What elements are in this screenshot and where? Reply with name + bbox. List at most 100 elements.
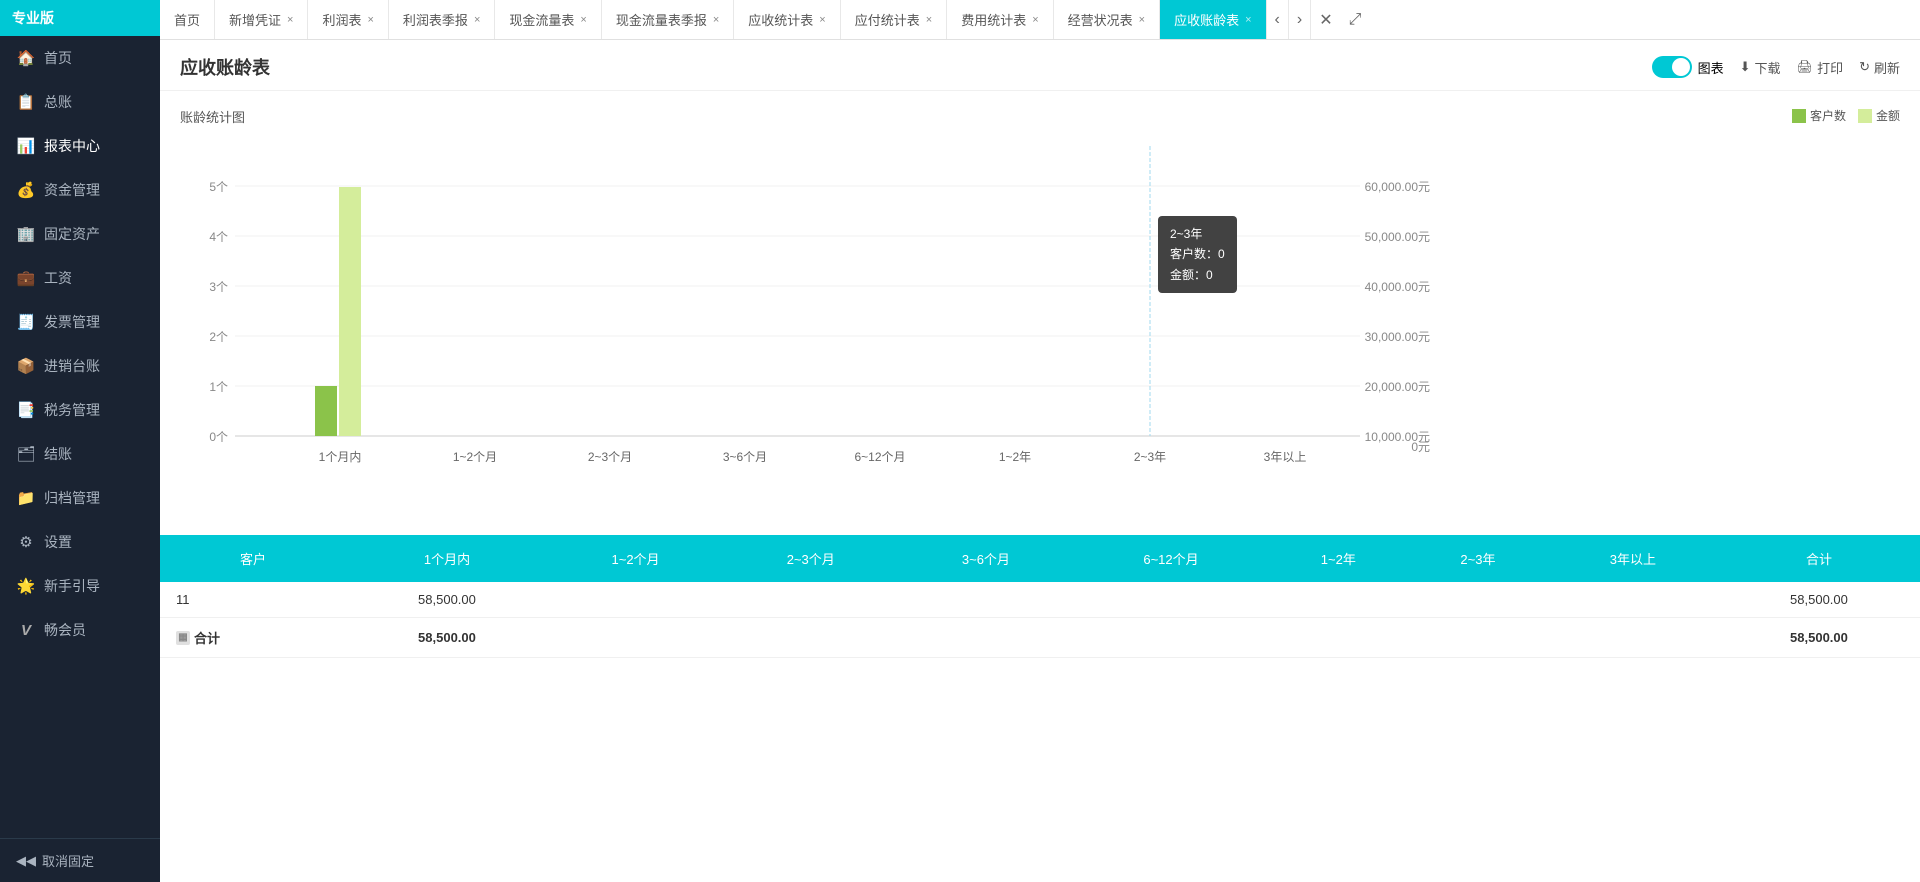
sidebar-item-asset[interactable]: 🏢 固定资产 (0, 212, 160, 256)
tab-close-all-btn[interactable]: ✕ (1311, 0, 1340, 39)
sidebar-item-salary[interactable]: 💼 工资 (0, 256, 160, 300)
tab-new-voucher[interactable]: 新增凭证 × (215, 0, 308, 39)
sidebar-label-invoice: 发票管理 (44, 312, 100, 332)
sidebar-item-invoice[interactable]: 🧾 发票管理 (0, 300, 160, 344)
tab-cashflow[interactable]: 现金流量表 × (495, 0, 601, 39)
sidebar-item-ledger[interactable]: 📋 总账 (0, 80, 160, 124)
td-customer: 11 (160, 582, 346, 618)
svg-text:1~2个月: 1~2个月 (453, 450, 497, 464)
tab-cashflow-season-close[interactable]: × (713, 14, 719, 26)
refresh-icon: ↻ (1859, 59, 1870, 75)
tab-profit-season-label: 利润表季报 (403, 10, 468, 29)
bar-amount-0 (339, 187, 361, 436)
guide-icon: 🌟 (16, 577, 36, 595)
tab-ar-age[interactable]: 应收账龄表 × (1160, 0, 1266, 39)
sidebar-label-salary: 工资 (44, 268, 72, 288)
sidebar-item-stock[interactable]: 📦 进销台账 (0, 344, 160, 388)
chart-legend: 客户数 金额 (1792, 107, 1900, 124)
tab-ap-stat-label: 应付统计表 (855, 10, 920, 29)
sidebar-item-settings[interactable]: ⚙ 设置 (0, 520, 160, 564)
report-icon: 📊 (16, 137, 36, 155)
td-y12 (1268, 582, 1408, 618)
svg-text:6~12个月: 6~12个月 (854, 450, 905, 464)
sidebar-label-asset: 固定资产 (44, 224, 100, 244)
td-total-m23 (723, 618, 898, 658)
tab-cashflow-close[interactable]: × (580, 14, 586, 26)
tab-expense-close[interactable]: × (1032, 14, 1038, 26)
td-total-sum: 58,500.00 (1718, 618, 1920, 658)
salary-icon: 💼 (16, 269, 36, 287)
tab-profit-close[interactable]: × (367, 14, 373, 26)
table-row: 11 58,500.00 58,500.00 (160, 582, 1920, 618)
main-area: 首页 新增凭证 × 利润表 × 利润表季报 × 现金流量表 × 现金流量表季报 … (160, 0, 1920, 882)
sidebar-item-tax[interactable]: 📑 税务管理 (0, 388, 160, 432)
sidebar-item-home[interactable]: 🏠 首页 (0, 36, 160, 80)
sidebar-label-member: 畅会员 (44, 620, 86, 640)
tab-ar-stat-label: 应收统计表 (748, 10, 813, 29)
tab-ar-age-close[interactable]: × (1245, 14, 1251, 26)
tab-ar-stat[interactable]: 应收统计表 × (734, 0, 840, 39)
tab-ap-stat[interactable]: 应付统计表 × (841, 0, 947, 39)
svg-text:3个: 3个 (209, 280, 228, 294)
toggle-label: 图表 (1698, 58, 1724, 77)
tab-profit-season-close[interactable]: × (474, 14, 480, 26)
chart-toggle[interactable]: 图表 (1652, 56, 1724, 78)
table-section: 客户 1个月内 1~2个月 2~3个月 3~6个月 6~12个月 1~2年 2~… (160, 535, 1920, 658)
td-m1: 58,500.00 (346, 582, 548, 618)
tab-ap-stat-close[interactable]: × (926, 14, 932, 26)
toggle-knob[interactable] (1652, 56, 1692, 78)
data-table: 客户 1个月内 1~2个月 2~3个月 3~6个月 6~12个月 1~2年 2~… (160, 535, 1920, 658)
tab-biz-close[interactable]: × (1139, 14, 1145, 26)
tab-prev-btn[interactable]: ‹ (1267, 0, 1289, 39)
tab-expand-btn[interactable]: ⤢ (1341, 0, 1370, 39)
legend-customers-color (1792, 109, 1806, 123)
sidebar-item-archive[interactable]: 📁 归档管理 (0, 476, 160, 520)
tab-cashflow-season-label: 现金流量表季报 (616, 10, 707, 29)
tab-ar-age-label: 应收账龄表 (1174, 10, 1239, 29)
tab-next-btn[interactable]: › (1289, 0, 1311, 39)
print-button[interactable]: 🖨 打印 (1797, 58, 1844, 77)
svg-text:2个: 2个 (209, 330, 228, 344)
th-m23: 2~3个月 (723, 535, 898, 582)
tab-biz[interactable]: 经营状况表 × (1054, 0, 1160, 39)
tab-new-voucher-label: 新增凭证 (229, 10, 281, 29)
tab-home[interactable]: 首页 (160, 0, 215, 39)
th-y3plus: 3年以上 (1548, 535, 1718, 582)
app-logo: 专业版 (0, 0, 160, 36)
td-total-y3plus (1548, 618, 1718, 658)
th-m612: 6~12个月 (1074, 535, 1269, 582)
tab-new-voucher-close[interactable]: × (287, 14, 293, 26)
td-total-label: ▦ 合计 (160, 618, 346, 658)
tab-cashflow-season[interactable]: 现金流量表季报 × (602, 0, 734, 39)
asset-icon: 🏢 (16, 225, 36, 243)
svg-text:3年以上: 3年以上 (1264, 450, 1307, 464)
svg-text:40,000.00元: 40,000.00元 (1365, 280, 1430, 294)
page-title: 应收账龄表 (180, 54, 270, 80)
svg-text:5个: 5个 (209, 180, 228, 194)
td-m612 (1074, 582, 1269, 618)
page-actions: 图表 ⬇ 下载 🖨 打印 ↻ 刷新 (1652, 56, 1900, 78)
refresh-button[interactable]: ↻ 刷新 (1859, 58, 1900, 77)
tab-expense-label: 费用统计表 (961, 10, 1026, 29)
sidebar-item-member[interactable]: V 畅会员 (0, 608, 160, 652)
td-total-m36 (898, 618, 1073, 658)
tab-profit[interactable]: 利润表 × (308, 0, 388, 39)
td-m23 (723, 582, 898, 618)
tab-profit-season[interactable]: 利润表季报 × (389, 0, 495, 39)
tab-expense[interactable]: 费用统计表 × (947, 0, 1053, 39)
sidebar-item-report[interactable]: 📊 报表中心 (0, 124, 160, 168)
sidebar-item-guide[interactable]: 🌟 新手引导 (0, 564, 160, 608)
th-total: 合计 (1718, 535, 1920, 582)
stock-icon: 📦 (16, 357, 36, 375)
svg-text:1~2年: 1~2年 (999, 450, 1031, 464)
svg-text:30,000.00元: 30,000.00元 (1365, 330, 1430, 344)
sidebar-item-fund[interactable]: 💰 资金管理 (0, 168, 160, 212)
sidebar-pin-toggle[interactable]: ◀◀ 取消固定 (0, 838, 160, 882)
download-button[interactable]: ⬇ 下载 (1740, 58, 1781, 77)
sidebar-label-settings: 设置 (44, 532, 72, 552)
td-m12 (548, 582, 723, 618)
tab-ar-stat-close[interactable]: × (819, 14, 825, 26)
svg-text:0元: 0元 (1411, 440, 1430, 454)
sidebar-item-settle[interactable]: 🗂 结账 (0, 432, 160, 476)
sidebar-label-stock: 进销台账 (44, 356, 100, 376)
